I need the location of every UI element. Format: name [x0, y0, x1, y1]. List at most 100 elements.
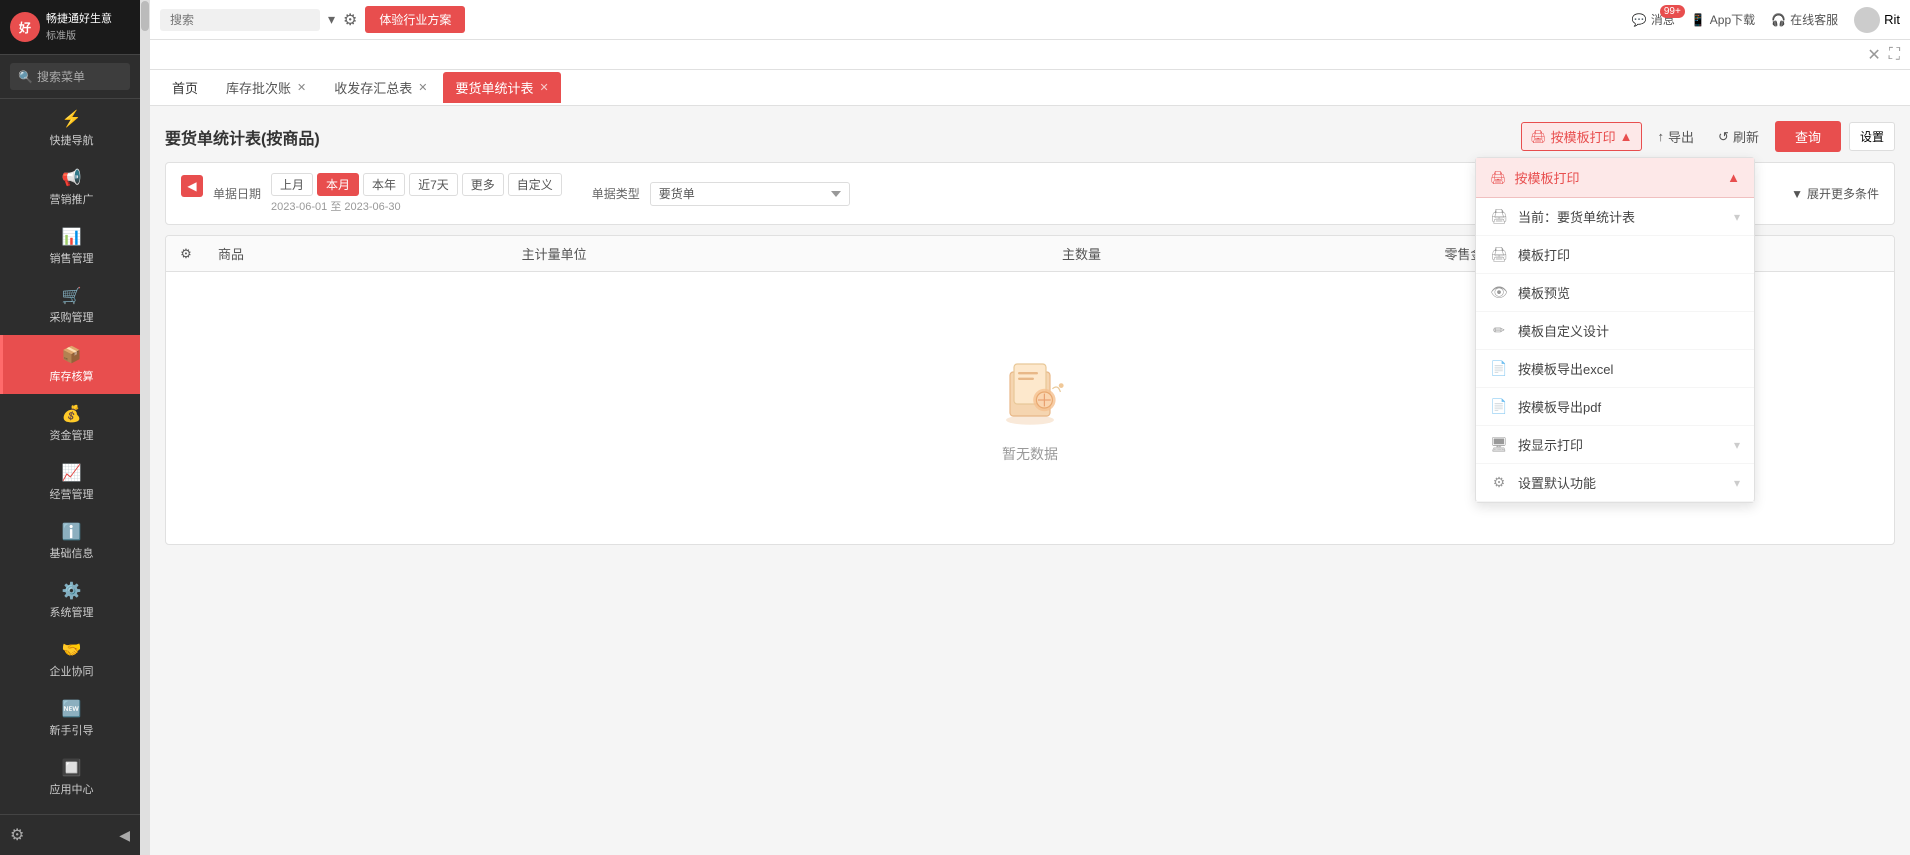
nav-label-quick-nav: 快捷导航 [50, 132, 94, 148]
template-design-item[interactable]: ✏ 模板自定义设计 [1476, 312, 1754, 350]
date-btn-1[interactable]: 本月 [317, 173, 359, 196]
nav-icon-system: ⚙️ [62, 581, 82, 601]
tab-order-stats[interactable]: 要货单统计表 ✕ [443, 72, 560, 103]
template-print-item[interactable]: 🖨 模板打印 [1476, 236, 1754, 274]
template-pdf-item[interactable]: 📄 按模板导出pdf [1476, 388, 1754, 426]
sidebar-item-operations[interactable]: 📈 经营管理 [0, 453, 140, 512]
maximize-window-icon[interactable]: ⛶ [1889, 46, 1900, 64]
tab-home[interactable]: 首页 [160, 72, 210, 103]
template-pdf-icon: 📄 [1490, 398, 1508, 415]
online-service-button[interactable]: 🎧 在线客服 [1771, 11, 1838, 28]
template-print-button[interactable]: 🖨 按模板打印 ▲ [1521, 122, 1641, 151]
type-select[interactable]: 要货单 [650, 182, 850, 206]
close-window-icon[interactable]: ✕ [1867, 45, 1880, 65]
settings-icon[interactable]: ⚙ [10, 825, 24, 845]
type-filter-label: 单据类型 [592, 185, 640, 202]
nav-label-system: 系统管理 [50, 604, 94, 620]
user-avatar-area[interactable]: Rit [1854, 7, 1900, 33]
template-preview-item[interactable]: 👁 模板预览 [1476, 274, 1754, 312]
template-print-icon: 🖨 [1490, 246, 1508, 263]
search-menu-button[interactable]: 🔍 搜索菜单 [10, 63, 130, 90]
tabs-bar: 首页库存批次账✕ 收发存汇总表 ✕ 要货单统计表 ✕ [150, 70, 1910, 106]
nav-icon-operations: 📈 [62, 463, 82, 483]
sidebar-item-marketing[interactable]: 📢 营销推广 [0, 158, 140, 217]
user-avatar [1854, 7, 1880, 33]
sidebar-footer: ⚙ ◀ [0, 814, 140, 855]
date-filter-buttons: 上月本月本年近7天更多自定义 [271, 173, 562, 196]
messages-button[interactable]: 💬 消息 99+ [1632, 11, 1675, 28]
date-btn-5[interactable]: 自定义 [508, 173, 562, 196]
print-dropdown-arrow: ▲ [1620, 129, 1633, 144]
messages-badge: 99+ [1660, 5, 1685, 18]
set-default-item[interactable]: ⚙ 设置默认功能 ▾ [1476, 464, 1754, 502]
current-template-label: 当前：要货单统计表 [1518, 207, 1635, 226]
col-settings[interactable]: ⚙ [166, 236, 206, 272]
sidebar-item-wechat[interactable]: 💬 企业微信 [0, 807, 140, 814]
sidebar-item-inventory[interactable]: 📦 库存核算 [0, 335, 140, 394]
topbar: ▾ ⚙ 体验行业方案 💬 消息 99+ 📱 App下载 🎧 在线客服 Rit [150, 0, 1910, 40]
topbar-gear-icon[interactable]: ⚙ [343, 10, 357, 30]
topbar-dropdown-button[interactable]: ▾ [328, 11, 335, 28]
tab-label-order-stats: 要货单统计表 [455, 78, 533, 97]
current-template-left: 🖨 当前：要货单统计表 [1490, 207, 1635, 226]
sidebar-item-collab[interactable]: 🤝 企业协同 [0, 630, 140, 689]
window-controls: ✕ ⛶ [150, 40, 1910, 70]
print-icon: 🖨 [1530, 129, 1547, 145]
date-btn-0[interactable]: 上月 [271, 173, 313, 196]
expand-more-button[interactable]: ▼ 展开更多条件 [1791, 185, 1879, 202]
sidebar-item-sales[interactable]: 📊 销售管理 [0, 217, 140, 276]
trial-button[interactable]: 体验行业方案 [365, 6, 465, 33]
page-actions: 🖨 按模板打印 ▲ ↑ 导出 ↺ 刷新 查询 设置 [1521, 121, 1895, 152]
template-design-icon: ✏ [1490, 322, 1508, 339]
sidebar-item-quick-nav[interactable]: ⚡ 快捷导航 [0, 99, 140, 158]
template-preview-icon: 👁 [1490, 284, 1508, 301]
tab-close-inventory-batch[interactable]: ✕ [297, 81, 306, 94]
empty-illustration [990, 352, 1070, 432]
app-download-button[interactable]: 📱 App下载 [1691, 11, 1755, 28]
refresh-button[interactable]: ↺ 刷新 [1710, 123, 1767, 150]
set-default-label: 设置默认功能 [1518, 473, 1596, 492]
date-btn-2[interactable]: 本年 [363, 173, 405, 196]
tab-inventory-batch[interactable]: 库存批次账✕ [214, 72, 318, 103]
sidebar-scroll-track [140, 0, 150, 855]
settings-button[interactable]: 设置 [1849, 122, 1895, 151]
tab-label-receipt-summary: 收发存汇总表 [334, 78, 412, 97]
date-btn-3[interactable]: 近7天 [409, 173, 458, 196]
nav-icon-appstore: 🔲 [62, 758, 82, 778]
sidebar-item-guide[interactable]: 🆕 新手引导 [0, 689, 140, 748]
template-excel-item[interactable]: 📄 按模板导出excel [1476, 350, 1754, 388]
user-name: Rit [1884, 12, 1900, 27]
sidebar-nav: ⚡ 快捷导航 📢 营销推广 📊 销售管理 🛒 采购管理 📦 库存核算 💰 资金管… [0, 99, 140, 814]
sidebar-item-appstore[interactable]: 🔲 应用中心 [0, 748, 140, 807]
nav-label-sales: 销售管理 [50, 250, 94, 266]
dropdown-close-arrow[interactable]: ▲ [1727, 170, 1740, 185]
current-template-item[interactable]: 🖨 当前：要货单统计表 ▾ [1476, 198, 1754, 236]
expand-icon: ▼ [1791, 187, 1803, 201]
expand-arrow-button[interactable]: ◀ [181, 175, 203, 197]
page-header: 要货单统计表(按商品) 🖨 按模板打印 ▲ ↑ 导出 ↺ 刷新 查询 设置 [165, 121, 1895, 152]
sidebar-item-system[interactable]: ⚙️ 系统管理 [0, 571, 140, 630]
display-print-item[interactable]: 🖥 按显示打印 ▾ [1476, 426, 1754, 464]
sidebar-item-purchase[interactable]: 🛒 采购管理 [0, 276, 140, 335]
date-btn-4[interactable]: 更多 [462, 173, 504, 196]
export-icon: ↑ [1658, 129, 1665, 144]
sidebar-item-finance[interactable]: 💰 资金管理 [0, 394, 140, 453]
col-qty: 主数量 [1050, 236, 1433, 272]
print-label: 按模板打印 [1551, 127, 1616, 146]
sidebar-scroll-thumb[interactable] [141, 1, 149, 31]
collapse-icon[interactable]: ◀ [119, 827, 130, 844]
template-excel-icon: 📄 [1490, 360, 1508, 377]
query-button[interactable]: 查询 [1775, 121, 1841, 152]
tab-close-order-stats[interactable]: ✕ [540, 81, 549, 94]
template-preview-label: 模板预览 [1518, 283, 1570, 302]
topbar-search-input[interactable] [160, 9, 320, 31]
nav-icon-marketing: 📢 [62, 168, 82, 188]
logo-icon: 好 [10, 12, 40, 42]
col-unit: 主计量单位 [510, 236, 1050, 272]
online-service-label: 在线客服 [1790, 11, 1838, 28]
tab-receipt-summary[interactable]: 收发存汇总表 ✕ [322, 72, 439, 103]
export-button[interactable]: ↑ 导出 [1650, 123, 1703, 150]
sidebar-item-basic[interactable]: ℹ️ 基础信息 [0, 512, 140, 571]
tab-close-receipt-summary[interactable]: ✕ [418, 81, 427, 94]
main-area: ▾ ⚙ 体验行业方案 💬 消息 99+ 📱 App下载 🎧 在线客服 Rit [150, 0, 1910, 855]
